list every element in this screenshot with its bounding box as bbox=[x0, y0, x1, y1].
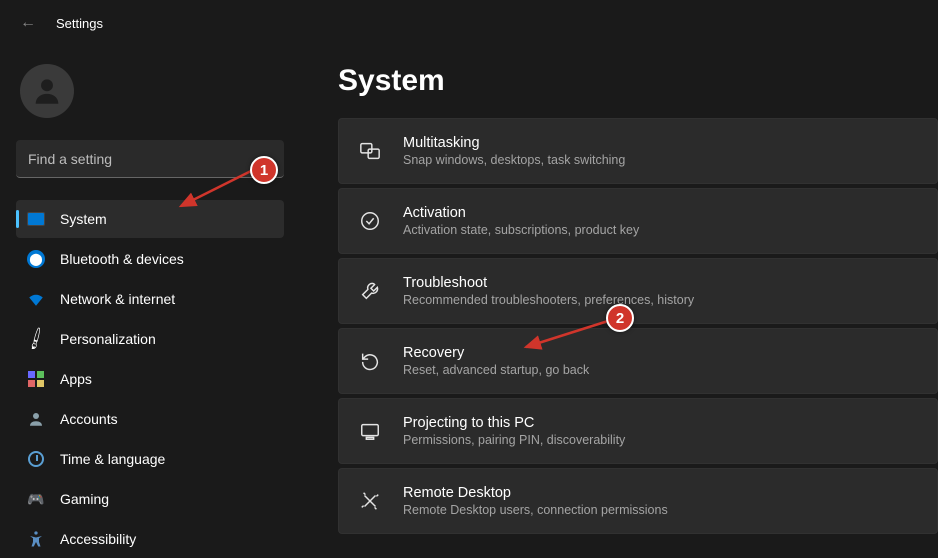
sidebar-item-bluetooth[interactable]: ⬤ Bluetooth & devices bbox=[16, 240, 284, 278]
card-subtitle: Permissions, pairing PIN, discoverabilit… bbox=[403, 433, 625, 447]
sidebar-item-personalization[interactable]: 🖌 Personalization bbox=[16, 320, 284, 358]
sidebar: System ⬤ Bluetooth & devices Network & i… bbox=[0, 46, 300, 557]
annotation-badge-1: 1 bbox=[250, 156, 278, 184]
bluetooth-icon: ⬤ bbox=[26, 249, 46, 269]
sidebar-item-network[interactable]: Network & internet bbox=[16, 280, 284, 318]
sidebar-item-label: System bbox=[60, 211, 107, 227]
sidebar-item-label: Accounts bbox=[60, 411, 118, 427]
brush-icon: 🖌 bbox=[22, 325, 49, 352]
card-subtitle: Snap windows, desktops, task switching bbox=[403, 153, 625, 167]
remote-desktop-icon bbox=[357, 488, 383, 514]
sidebar-item-label: Network & internet bbox=[60, 291, 175, 307]
projecting-icon bbox=[357, 418, 383, 444]
card-activation[interactable]: Activation Activation state, subscriptio… bbox=[338, 188, 938, 254]
accessibility-icon bbox=[26, 529, 46, 549]
check-circle-icon bbox=[357, 208, 383, 234]
person-icon bbox=[26, 409, 46, 429]
sidebar-item-label: Gaming bbox=[60, 491, 109, 507]
sidebar-item-accessibility[interactable]: Accessibility bbox=[16, 520, 284, 558]
sidebar-item-label: Apps bbox=[60, 371, 92, 387]
wifi-icon bbox=[26, 289, 46, 309]
sidebar-item-label: Time & language bbox=[60, 451, 165, 467]
card-subtitle: Activation state, subscriptions, product… bbox=[403, 223, 639, 237]
apps-icon bbox=[26, 369, 46, 389]
wrench-icon bbox=[357, 278, 383, 304]
clock-icon bbox=[26, 449, 46, 469]
sidebar-item-label: Accessibility bbox=[60, 531, 136, 547]
annotation-badge-2: 2 bbox=[606, 304, 634, 332]
avatar-icon bbox=[20, 64, 74, 118]
card-troubleshoot[interactable]: Troubleshoot Recommended troubleshooters… bbox=[338, 258, 938, 324]
account-row[interactable] bbox=[16, 56, 284, 136]
sidebar-item-accounts[interactable]: Accounts bbox=[16, 400, 284, 438]
card-title: Recovery bbox=[403, 345, 589, 361]
recovery-arrow-icon bbox=[357, 348, 383, 374]
card-projecting[interactable]: Projecting to this PC Permissions, pairi… bbox=[338, 398, 938, 464]
window-header: ← Settings bbox=[0, 0, 938, 46]
card-title: Projecting to this PC bbox=[403, 415, 625, 431]
page-title: System bbox=[338, 64, 938, 98]
card-recovery[interactable]: Recovery Reset, advanced startup, go bac… bbox=[338, 328, 938, 394]
sidebar-item-gaming[interactable]: 🎮 Gaming bbox=[16, 480, 284, 518]
card-title: Remote Desktop bbox=[403, 485, 668, 501]
system-icon bbox=[26, 209, 46, 229]
gamepad-icon: 🎮 bbox=[26, 489, 46, 509]
search-wrap bbox=[16, 140, 284, 178]
card-title: Activation bbox=[403, 205, 639, 221]
sidebar-item-apps[interactable]: Apps bbox=[16, 360, 284, 398]
sidebar-item-label: Personalization bbox=[60, 331, 156, 347]
card-title: Troubleshoot bbox=[403, 275, 694, 291]
settings-list: Multitasking Snap windows, desktops, tas… bbox=[338, 118, 938, 534]
card-remote-desktop[interactable]: Remote Desktop Remote Desktop users, con… bbox=[338, 468, 938, 534]
card-subtitle: Recommended troubleshooters, preferences… bbox=[403, 293, 694, 307]
sidebar-item-system[interactable]: System bbox=[16, 200, 284, 238]
search-input[interactable] bbox=[16, 140, 284, 178]
nav-list: System ⬤ Bluetooth & devices Network & i… bbox=[16, 200, 284, 558]
main-pane: System Multitasking Snap windows, deskto… bbox=[300, 46, 938, 557]
card-multitasking[interactable]: Multitasking Snap windows, desktops, tas… bbox=[338, 118, 938, 184]
sidebar-item-label: Bluetooth & devices bbox=[60, 251, 184, 267]
back-arrow-icon[interactable]: ← bbox=[20, 14, 36, 32]
header-title: Settings bbox=[56, 16, 103, 31]
card-subtitle: Reset, advanced startup, go back bbox=[403, 363, 589, 377]
multitasking-icon bbox=[357, 138, 383, 164]
card-subtitle: Remote Desktop users, connection permiss… bbox=[403, 503, 668, 517]
sidebar-item-time[interactable]: Time & language bbox=[16, 440, 284, 478]
card-title: Multitasking bbox=[403, 135, 625, 151]
